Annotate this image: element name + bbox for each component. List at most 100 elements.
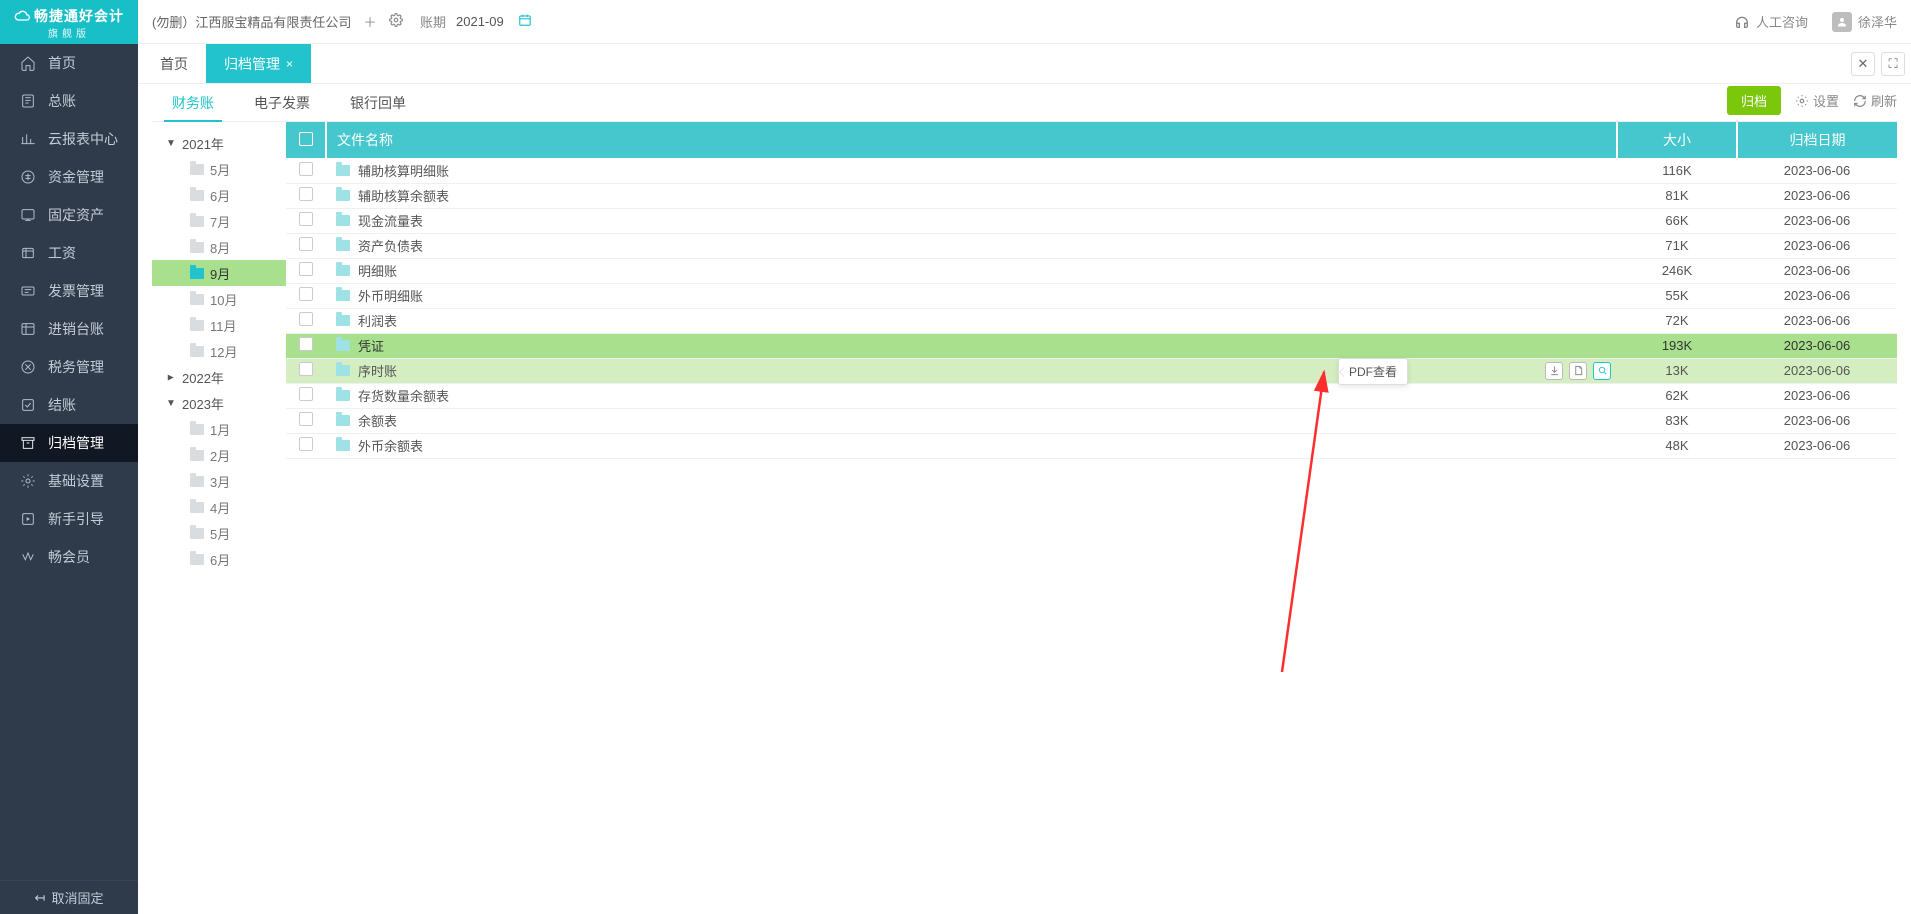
table-row[interactable]: 存货数量余额表62K2023-06-06	[286, 383, 1897, 408]
row-checkbox[interactable]	[299, 387, 313, 401]
sub-tab-einv[interactable]: 电子发票	[234, 84, 330, 121]
nav-item-label: 归档管理	[48, 433, 104, 453]
nav-item-label: 新手引导	[48, 509, 104, 529]
tree-month-node[interactable]: 9月	[152, 260, 286, 286]
nav-item-home[interactable]: 首页	[0, 44, 138, 82]
tree-month-node[interactable]: 3月	[152, 468, 286, 494]
table-row[interactable]: 外币明细账55K2023-06-06	[286, 283, 1897, 308]
nav-item-psi[interactable]: 进销台账	[0, 310, 138, 348]
table-row[interactable]: 辅助核算明细账116K2023-06-06	[286, 158, 1897, 183]
row-checkbox[interactable]	[299, 312, 313, 326]
nav-item-tax[interactable]: 税务管理	[0, 348, 138, 386]
archive-icon	[20, 435, 36, 451]
nav-item-settings[interactable]: 基础设置	[0, 462, 138, 500]
nav-item-close[interactable]: 结账	[0, 386, 138, 424]
user-menu[interactable]: 徐泽华	[1832, 12, 1897, 32]
settings-link[interactable]: 设置	[1795, 91, 1839, 110]
folder-icon	[190, 554, 204, 565]
nav-item-archive[interactable]: 归档管理	[0, 424, 138, 462]
tree-month-node[interactable]: 1月	[152, 416, 286, 442]
row-checkbox[interactable]	[299, 237, 313, 251]
pdf-preview-action[interactable]	[1593, 362, 1611, 380]
file-date: 2023-06-06	[1737, 283, 1897, 308]
col-header-date[interactable]: 归档日期	[1737, 122, 1897, 158]
guide-icon	[20, 511, 36, 527]
select-all-checkbox[interactable]	[299, 132, 313, 146]
sub-tab-bank[interactable]: 银行回单	[330, 84, 426, 121]
row-checkbox[interactable]	[299, 187, 313, 201]
table-row[interactable]: 明细账246K2023-06-06	[286, 258, 1897, 283]
row-checkbox[interactable]	[299, 212, 313, 226]
table-row[interactable]: 现金流量表66K2023-06-06	[286, 208, 1897, 233]
nav-item-guide[interactable]: 新手引导	[0, 500, 138, 538]
nav-item-fund[interactable]: 资金管理	[0, 158, 138, 196]
nav-item-report[interactable]: 云报表中心	[0, 120, 138, 158]
nav-item-label: 总账	[48, 91, 76, 111]
tree-month-node[interactable]: 12月	[152, 338, 286, 364]
file-date: 2023-06-06	[1737, 408, 1897, 433]
col-header-size[interactable]: 大小	[1617, 122, 1737, 158]
tree-month-node[interactable]: 10月	[152, 286, 286, 312]
table-row[interactable]: 凭证193K2023-06-06	[286, 333, 1897, 358]
period-value[interactable]: 2021-09	[456, 14, 504, 29]
file-size: 55K	[1617, 283, 1737, 308]
row-checkbox[interactable]	[299, 287, 313, 301]
page-tab-home[interactable]: 首页	[142, 44, 206, 83]
page-tab-archive[interactable]: 归档管理×	[206, 44, 311, 83]
fullscreen-button[interactable]: ⛶	[1881, 52, 1905, 76]
row-checkbox[interactable]	[299, 412, 313, 426]
col-header-name[interactable]: 文件名称	[326, 122, 1617, 158]
export-pdf-action[interactable]	[1569, 362, 1587, 380]
file-size: 83K	[1617, 408, 1737, 433]
download-action[interactable]	[1545, 362, 1563, 380]
close-icon[interactable]: ×	[286, 57, 293, 71]
nav-item-label: 固定资产	[48, 205, 104, 225]
refresh-link[interactable]: 刷新	[1853, 91, 1897, 110]
archive-button[interactable]: 归档	[1727, 86, 1781, 115]
tree-month-node[interactable]: 6月	[152, 182, 286, 208]
nav-item-salary[interactable]: 工资	[0, 234, 138, 272]
row-checkbox[interactable]	[299, 437, 313, 451]
tree-month-node[interactable]: 2月	[152, 442, 286, 468]
table-row[interactable]: 余额表 83K2023-06-06	[286, 408, 1897, 433]
row-checkbox[interactable]	[299, 262, 313, 276]
tree-month-node[interactable]: 7月	[152, 208, 286, 234]
tree-month-node[interactable]: 8月	[152, 234, 286, 260]
folder-icon	[190, 528, 204, 539]
folder-icon	[336, 415, 350, 426]
company-settings-button[interactable]	[388, 13, 404, 30]
tree-month-node[interactable]: 6月	[152, 546, 286, 572]
tree-month-node[interactable]: 4月	[152, 494, 286, 520]
tree-year-node[interactable]: ▼2021年	[152, 130, 286, 156]
table-row[interactable]: 资产负债表71K2023-06-06	[286, 233, 1897, 258]
table-row[interactable]: 辅助核算余额表81K2023-06-06	[286, 183, 1897, 208]
nav-item-label: 发票管理	[48, 281, 104, 301]
sub-tab-fin[interactable]: 财务账	[152, 84, 234, 121]
table-row[interactable]: 利润表72K2023-06-06	[286, 308, 1897, 333]
company-selector[interactable]: (勿删）江西服宝精品有限责任公司（... ▾	[152, 12, 352, 31]
table-row[interactable]: 序时账13K2023-06-06	[286, 358, 1897, 383]
row-checkbox[interactable]	[299, 337, 313, 351]
add-company-button[interactable]: ＋	[362, 12, 378, 31]
file-name: 余额表	[358, 411, 397, 430]
tree-year-node[interactable]: ▼2022年	[152, 364, 286, 390]
row-checkbox[interactable]	[299, 362, 313, 376]
file-name: 存货数量余额表	[358, 386, 449, 405]
tree-month-node[interactable]: 5月	[152, 156, 286, 182]
nav-item-asset[interactable]: 固定资产	[0, 196, 138, 234]
tree-month-node[interactable]: 5月	[152, 520, 286, 546]
support-link[interactable]: 人工咨询	[1734, 12, 1808, 31]
close-tab-button[interactable]: ✕	[1851, 52, 1875, 76]
tree-year-node[interactable]: ▼2023年	[152, 390, 286, 416]
folder-icon	[336, 190, 350, 201]
fund-icon	[20, 169, 36, 185]
nav-item-vip[interactable]: 畅会员	[0, 538, 138, 576]
headset-icon	[1734, 14, 1750, 30]
calendar-icon[interactable]	[518, 13, 532, 30]
nav-item-ledger[interactable]: 总账	[0, 82, 138, 120]
nav-item-invoice[interactable]: 发票管理	[0, 272, 138, 310]
row-checkbox[interactable]	[299, 162, 313, 176]
tree-month-node[interactable]: 11月	[152, 312, 286, 338]
unpin-sidebar[interactable]: ↤ 取消固定	[0, 880, 138, 914]
table-row[interactable]: 外币余额表48K2023-06-06	[286, 433, 1897, 458]
